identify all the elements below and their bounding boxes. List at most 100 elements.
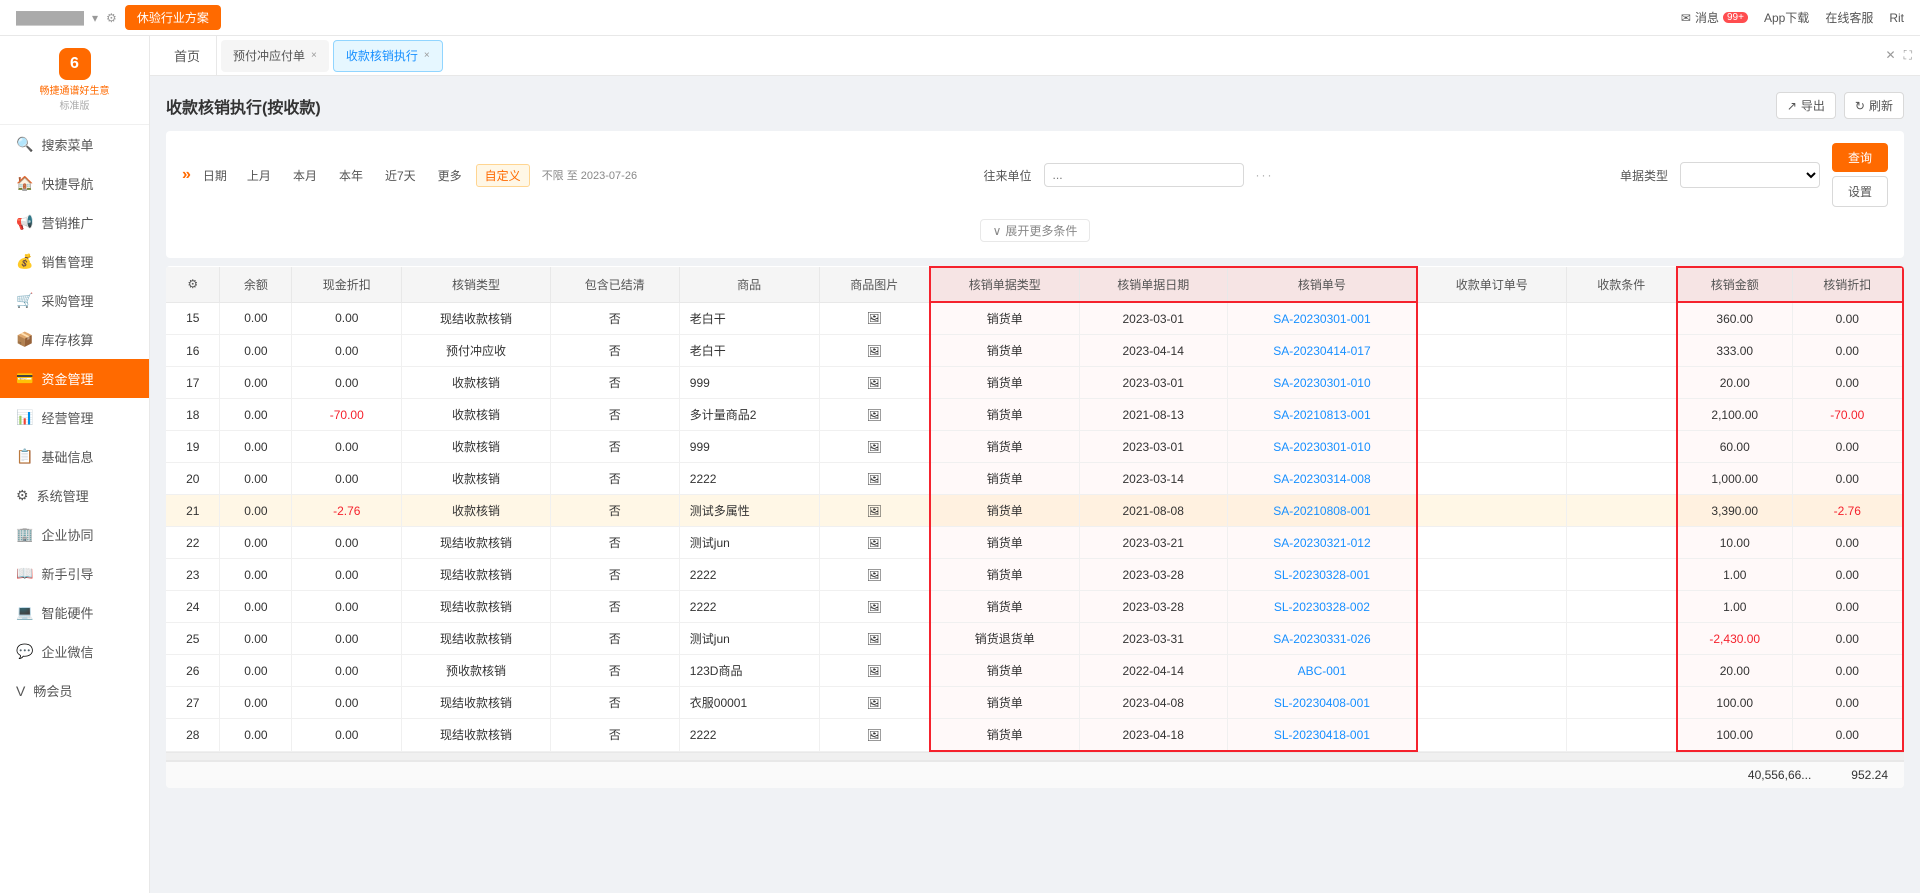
sidebar-item-marketing[interactable]: 📢营销推广 <box>0 203 149 242</box>
col-header-5: 商品 <box>679 267 819 302</box>
cell-8-8: 2023-03-28 <box>1079 559 1227 591</box>
dropdown-icon[interactable]: ▾ <box>92 11 98 25</box>
date-opt-lastmonth[interactable]: 上月 <box>239 165 279 186</box>
cell-11-0: 26 <box>166 655 220 687</box>
cell-12-10 <box>1417 687 1566 719</box>
sidebar-item-inventory[interactable]: 📦库存核算 <box>0 320 149 359</box>
cell-13-7: 销货单 <box>930 719 1079 752</box>
tab-close-all-icon[interactable]: ✕ <box>1886 48 1896 63</box>
gear-icon[interactable]: ⚙ <box>106 11 117 25</box>
sidebar-item-guide[interactable]: 📖新手引导 <box>0 554 149 593</box>
cell-13-9[interactable]: SL-20230418-001 <box>1227 719 1417 752</box>
table-footer: 40,556,66... 952.24 <box>166 760 1904 788</box>
cell-11-11 <box>1566 655 1677 687</box>
cell-4-9[interactable]: SA-20230301-010 <box>1227 431 1417 463</box>
cell-11-9[interactable]: ABC-001 <box>1227 655 1417 687</box>
sidebar-label-corp: 企业协同 <box>41 525 93 544</box>
guide-icon: 📖 <box>16 565 33 582</box>
app-download-link[interactable]: App下载 <box>1764 9 1809 26</box>
cell-7-12: 10.00 <box>1677 527 1792 559</box>
sidebar-items: 🔍搜索菜单🏠快捷导航📢营销推广💰销售管理🛒采购管理📦库存核算💳资金管理📊经营管理… <box>0 125 149 710</box>
data-table: ⚙余额现金折扣核销类型包含已结清商品商品图片核销单据类型核销单据日期核销单号收款… <box>166 266 1904 752</box>
cell-9-11 <box>1566 591 1677 623</box>
tab-prepay-close[interactable]: × <box>311 50 317 61</box>
message-btn[interactable]: ✉ 消息 99+ <box>1681 9 1748 26</box>
cell-1-9[interactable]: SA-20230414-017 <box>1227 335 1417 367</box>
user-name[interactable]: Rit <box>1889 11 1904 25</box>
cell-0-2: 0.00 <box>292 302 402 335</box>
customer-input[interactable] <box>1044 163 1244 187</box>
cell-8-9[interactable]: SL-20230328-001 <box>1227 559 1417 591</box>
cell-9-9[interactable]: SL-20230328-002 <box>1227 591 1417 623</box>
sidebar-item-member[interactable]: V畅会员 <box>0 671 149 710</box>
cell-12-6: 🖼 <box>819 687 930 719</box>
expand-label: 展开更多条件 <box>1005 222 1077 239</box>
refresh-btn[interactable]: ↻ 刷新 <box>1844 92 1904 119</box>
footer-amount-total: 40,556,66... <box>1748 768 1811 782</box>
online-service-link[interactable]: 在线客服 <box>1825 9 1873 26</box>
cell-10-3: 现结收款核销 <box>402 623 550 655</box>
expand-btn[interactable]: ∨ 展开更多条件 <box>980 219 1091 242</box>
cell-3-9[interactable]: SA-20210813-001 <box>1227 399 1417 431</box>
industry-btn[interactable]: 休验行业方案 <box>125 5 221 30</box>
cell-12-8: 2023-04-08 <box>1079 687 1227 719</box>
sidebar-item-system[interactable]: ⚙系统管理 <box>0 476 149 515</box>
cell-6-9[interactable]: SA-20210808-001 <box>1227 495 1417 527</box>
cell-10-9[interactable]: SA-20230331-026 <box>1227 623 1417 655</box>
cell-2-9[interactable]: SA-20230301-010 <box>1227 367 1417 399</box>
date-opt-more[interactable]: 更多 <box>430 165 470 186</box>
cell-5-9[interactable]: SA-20230314-008 <box>1227 463 1417 495</box>
tab-receipt-close[interactable]: × <box>424 50 430 61</box>
sidebar-label-purchase: 采购管理 <box>41 291 93 310</box>
sidebar-item-wechat[interactable]: 💬企业微信 <box>0 632 149 671</box>
cell-7-4: 否 <box>550 527 679 559</box>
cell-7-9[interactable]: SA-20230321-012 <box>1227 527 1417 559</box>
export-btn[interactable]: ↗ 导出 <box>1776 92 1836 119</box>
tab-receipt[interactable]: 收款核销执行 × <box>333 40 443 72</box>
date-opt-thisyear[interactable]: 本年 <box>331 165 371 186</box>
sidebar-item-operations[interactable]: 📊经营管理 <box>0 398 149 437</box>
scrollbar[interactable] <box>166 752 1904 760</box>
cell-8-0: 23 <box>166 559 220 591</box>
tab-bar: 首页 预付冲应付单 × 收款核销执行 × ✕ ⛶ <box>150 36 1920 76</box>
settings-btn[interactable]: 设置 <box>1832 176 1888 207</box>
tab-prepay[interactable]: 预付冲应付单 × <box>221 40 329 72</box>
cell-1-11 <box>1566 335 1677 367</box>
cell-6-3: 收款核销 <box>402 495 550 527</box>
date-opt-custom[interactable]: 自定义 <box>476 164 530 187</box>
query-btn[interactable]: 查询 <box>1832 143 1888 172</box>
base-icon: 📋 <box>16 448 33 465</box>
sidebar-item-quick-nav[interactable]: 🏠快捷导航 <box>0 164 149 203</box>
col-header-3: 核销类型 <box>402 267 550 302</box>
date-opt-7days[interactable]: 近7天 <box>377 165 424 186</box>
cell-12-9[interactable]: SL-20230408-001 <box>1227 687 1417 719</box>
expand-row: ∨ 展开更多条件 <box>182 215 1888 246</box>
tab-expand-icon[interactable]: ⛶ <box>1904 48 1912 63</box>
cell-13-13: 0.00 <box>1792 719 1903 752</box>
cell-3-13: -70.00 <box>1792 399 1903 431</box>
cell-0-9[interactable]: SA-20230301-001 <box>1227 302 1417 335</box>
sidebar-item-search[interactable]: 🔍搜索菜单 <box>0 125 149 164</box>
cell-9-13: 0.00 <box>1792 591 1903 623</box>
cell-5-13: 0.00 <box>1792 463 1903 495</box>
cell-0-1: 0.00 <box>220 302 292 335</box>
cell-7-7: 销货单 <box>930 527 1079 559</box>
sidebar-item-corp[interactable]: 🏢企业协同 <box>0 515 149 554</box>
tab-home[interactable]: 首页 <box>158 36 217 75</box>
page-header: 收款核销执行(按收款) ↗ 导出 ↻ 刷新 <box>166 92 1904 119</box>
cell-8-6: 🖼 <box>819 559 930 591</box>
cell-3-6: 🖼 <box>819 399 930 431</box>
msg-count: 99+ <box>1723 12 1748 23</box>
filter-collapse-btn[interactable]: » <box>182 166 191 184</box>
cell-4-3: 收款核销 <box>402 431 550 463</box>
sidebar-item-sales[interactable]: 💰销售管理 <box>0 242 149 281</box>
cell-2-7: 销货单 <box>930 367 1079 399</box>
cell-2-0: 17 <box>166 367 220 399</box>
cell-7-3: 现结收款核销 <box>402 527 550 559</box>
order-type-select[interactable] <box>1680 162 1820 188</box>
date-opt-thismonth[interactable]: 本月 <box>285 165 325 186</box>
sidebar-item-purchase[interactable]: 🛒采购管理 <box>0 281 149 320</box>
sidebar-item-hardware[interactable]: 💻智能硬件 <box>0 593 149 632</box>
sidebar-item-base[interactable]: 📋基础信息 <box>0 437 149 476</box>
sidebar-item-finance[interactable]: 💳资金管理 <box>0 359 149 398</box>
